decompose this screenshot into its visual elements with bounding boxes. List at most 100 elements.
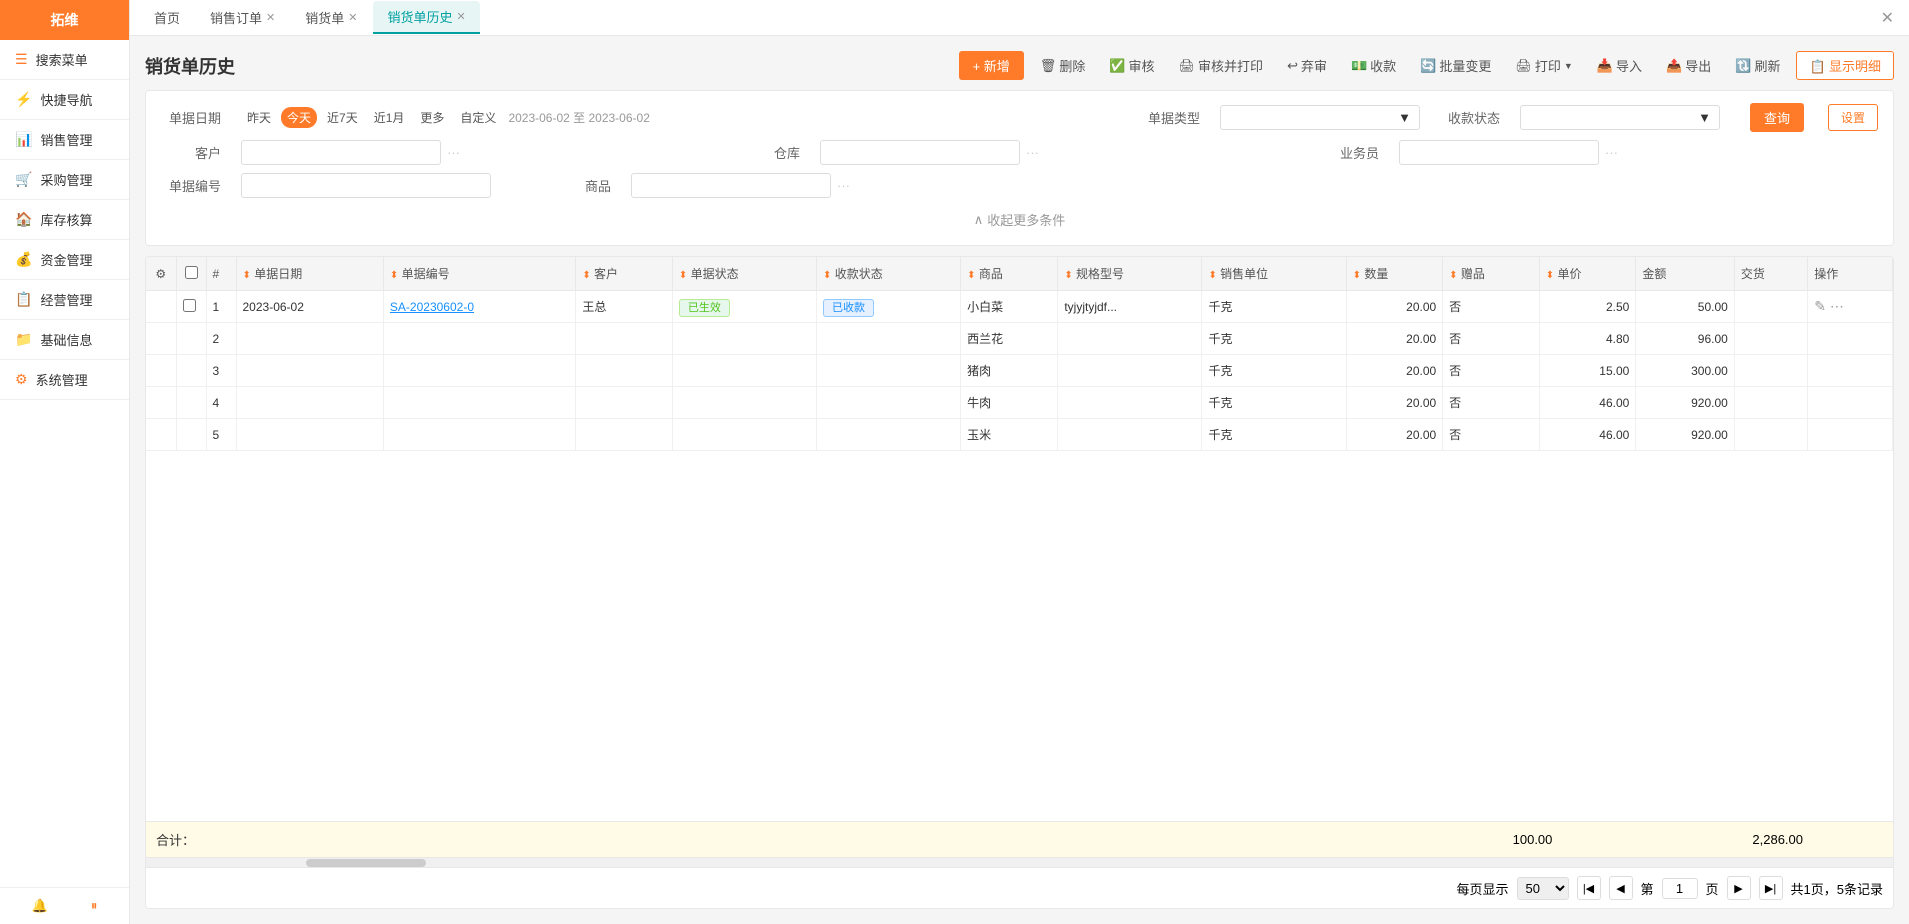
import-button[interactable]: 📥 导入 xyxy=(1589,52,1650,79)
salesperson-dots[interactable]: ··· xyxy=(1605,145,1618,160)
sidebar-item-sales-mgmt[interactable]: 📊 销售管理 xyxy=(0,120,129,160)
col-settings[interactable]: ⚙ xyxy=(146,257,176,291)
tab-home[interactable]: 首页 xyxy=(140,2,194,33)
warehouse-dots[interactable]: ··· xyxy=(1026,145,1039,160)
page-input[interactable] xyxy=(1662,878,1698,899)
delete-icon: 🗑 xyxy=(1040,58,1057,74)
first-page-button[interactable]: |◀ xyxy=(1577,876,1601,900)
tab-bar: 首页 销售订单 ✕ 销货单 ✕ 销货单历史 ✕ ✕ xyxy=(130,0,1909,36)
search-menu-icon: ☰ xyxy=(15,51,28,68)
shortcut-1month[interactable]: 近1月 xyxy=(368,107,411,128)
total-label: 合计： xyxy=(156,830,195,849)
page-label-end: 页 xyxy=(1706,879,1719,898)
col-collect-status[interactable]: ⬍ 收款状态 xyxy=(817,257,961,291)
horizontal-scrollbar[interactable] xyxy=(146,857,1893,867)
settings-cell xyxy=(146,355,176,387)
pause-icon[interactable]: ⏸ xyxy=(91,898,98,914)
tab-sales-order[interactable]: 销售订单 ✕ xyxy=(196,2,289,33)
tab-bar-close-button[interactable]: ✕ xyxy=(1876,8,1899,28)
docno-input[interactable] xyxy=(241,173,491,198)
sidebar-item-search-menu[interactable]: ☰ 搜索菜单 xyxy=(0,40,129,80)
doc-type-select[interactable]: ▼ xyxy=(1220,105,1420,130)
select-all-checkbox[interactable] xyxy=(185,266,198,279)
customer-input[interactable] xyxy=(241,140,441,165)
shortcut-today[interactable]: 今天 xyxy=(281,107,317,128)
goods-cell: 牛肉 xyxy=(961,387,1058,419)
col-unit[interactable]: ⬍ 销售单位 xyxy=(1202,257,1346,291)
tab-close-sales-goods[interactable]: ✕ xyxy=(348,11,357,24)
tab-close-sales-order[interactable]: ✕ xyxy=(266,11,275,24)
col-qty[interactable]: ⬍ 数量 xyxy=(1346,257,1443,291)
more-icon[interactable]: ⋯ xyxy=(1830,298,1844,315)
sidebar-item-sys-mgmt[interactable]: ⚙ 系统管理 xyxy=(0,360,129,400)
sidebar-item-label: 库存核算 xyxy=(40,210,92,229)
shortcut-custom[interactable]: 自定义 xyxy=(454,107,502,128)
checkbox-cell[interactable] xyxy=(176,387,206,419)
abandon-button[interactable]: ↩ 弃审 xyxy=(1279,52,1335,79)
unit-cell: 千克 xyxy=(1202,323,1346,355)
doc-no-cell xyxy=(383,355,575,387)
col-unit-price[interactable]: ⬍ 单价 xyxy=(1539,257,1636,291)
delete-button[interactable]: 🗑 删除 xyxy=(1032,52,1094,79)
pagination: 每页显示 50 100 200 |◀ ◀ 第 页 ▶ ▶| 共1页，5条记录 xyxy=(146,867,1893,908)
shortcut-7days[interactable]: 近7天 xyxy=(321,107,364,128)
sidebar-item-purchase-mgmt[interactable]: 🛒 采购管理 xyxy=(0,160,129,200)
collect-status-select[interactable]: ▼ xyxy=(1520,105,1720,130)
show-detail-button[interactable]: 📋 显示明细 xyxy=(1796,51,1894,80)
sidebar-item-finance[interactable]: 💰 资金管理 xyxy=(0,240,129,280)
prev-page-button[interactable]: ◀ xyxy=(1609,876,1633,900)
table-row: 2 西兰花 千克 20.00 否 4.80 96.00 xyxy=(146,323,1893,355)
goods-input[interactable] xyxy=(631,173,831,198)
collect-button[interactable]: 💵 收款 xyxy=(1343,52,1404,79)
shortcut-yesterday[interactable]: 昨天 xyxy=(241,107,277,128)
review-button[interactable]: ✅ 审核 xyxy=(1101,52,1162,79)
doc-date-cell xyxy=(236,323,383,355)
col-doc-status[interactable]: ⬍ 单据状态 xyxy=(672,257,816,291)
tab-close-sales-history[interactable]: ✕ xyxy=(457,10,466,23)
print-button[interactable]: 🖨 打印 ▼ xyxy=(1507,52,1580,79)
scrollbar-thumb[interactable] xyxy=(306,859,426,867)
sidebar-item-inventory[interactable]: 🏠 库存核算 xyxy=(0,200,129,240)
salesperson-input[interactable] xyxy=(1399,140,1599,165)
unit-price-cell: 4.80 xyxy=(1539,323,1636,355)
query-button[interactable]: 查询 xyxy=(1750,103,1804,132)
checkbox-cell[interactable] xyxy=(176,323,206,355)
next-page-button[interactable]: ▶ xyxy=(1727,876,1751,900)
col-gift[interactable]: ⬍ 赠品 xyxy=(1443,257,1540,291)
checkbox-cell[interactable] xyxy=(176,355,206,387)
col-doc-date[interactable]: ⬍ 单据日期 xyxy=(236,257,383,291)
shortcut-more[interactable]: 更多 xyxy=(414,107,450,128)
col-doc-no[interactable]: ⬍ 单据编号 xyxy=(383,257,575,291)
col-customer[interactable]: ⬍ 客户 xyxy=(576,257,673,291)
sidebar-item-ops-mgmt[interactable]: 📋 经营管理 xyxy=(0,280,129,320)
table-header-row: ⚙ # ⬍ 单据日期 ⬍ 单据编号 ⬍ 客户 ⬍ 单据状态 ⬍ 收款状态 ⬍ 商… xyxy=(146,257,1893,291)
collect-icon: 💵 xyxy=(1351,58,1367,74)
checkbox-cell[interactable] xyxy=(176,419,206,451)
batch-change-button[interactable]: 🔄 批量变更 xyxy=(1412,52,1499,79)
col-checkbox[interactable] xyxy=(176,257,206,291)
settings-button[interactable]: 设置 xyxy=(1828,104,1878,131)
review-print-button[interactable]: 🖨 审核并打印 xyxy=(1171,52,1272,79)
sidebar-item-quick-nav[interactable]: ⚡ 快捷导航 xyxy=(0,80,129,120)
per-page-select[interactable]: 50 100 200 xyxy=(1517,877,1569,900)
tab-sales-goods[interactable]: 销货单 ✕ xyxy=(291,2,371,33)
collapse-button[interactable]: ∧ 收起更多条件 xyxy=(161,206,1878,233)
customer-cell xyxy=(576,419,673,451)
sidebar-item-base-info[interactable]: 📁 基础信息 xyxy=(0,320,129,360)
last-page-button[interactable]: ▶| xyxy=(1759,876,1783,900)
warehouse-input[interactable] xyxy=(820,140,1020,165)
export-button[interactable]: 📤 导出 xyxy=(1658,52,1719,79)
refresh-button[interactable]: 🔃 刷新 xyxy=(1727,52,1788,79)
goods-dots[interactable]: ··· xyxy=(837,178,850,193)
new-button[interactable]: + 新增 xyxy=(959,51,1024,80)
row-checkbox[interactable] xyxy=(183,299,196,312)
col-spec[interactable]: ⬍ 规格型号 xyxy=(1058,257,1202,291)
notification-icon[interactable]: 🔔 xyxy=(32,898,48,914)
checkbox-cell[interactable] xyxy=(176,291,206,323)
customer-dots[interactable]: ··· xyxy=(447,145,460,160)
tab-sales-history[interactable]: 销货单历史 ✕ xyxy=(373,1,479,34)
col-goods[interactable]: ⬍ 商品 xyxy=(961,257,1058,291)
doc-status-cell xyxy=(672,323,816,355)
edit-icon[interactable]: ✎ xyxy=(1814,298,1826,315)
doc-no-link[interactable]: SA-20230602-0 xyxy=(390,300,474,314)
